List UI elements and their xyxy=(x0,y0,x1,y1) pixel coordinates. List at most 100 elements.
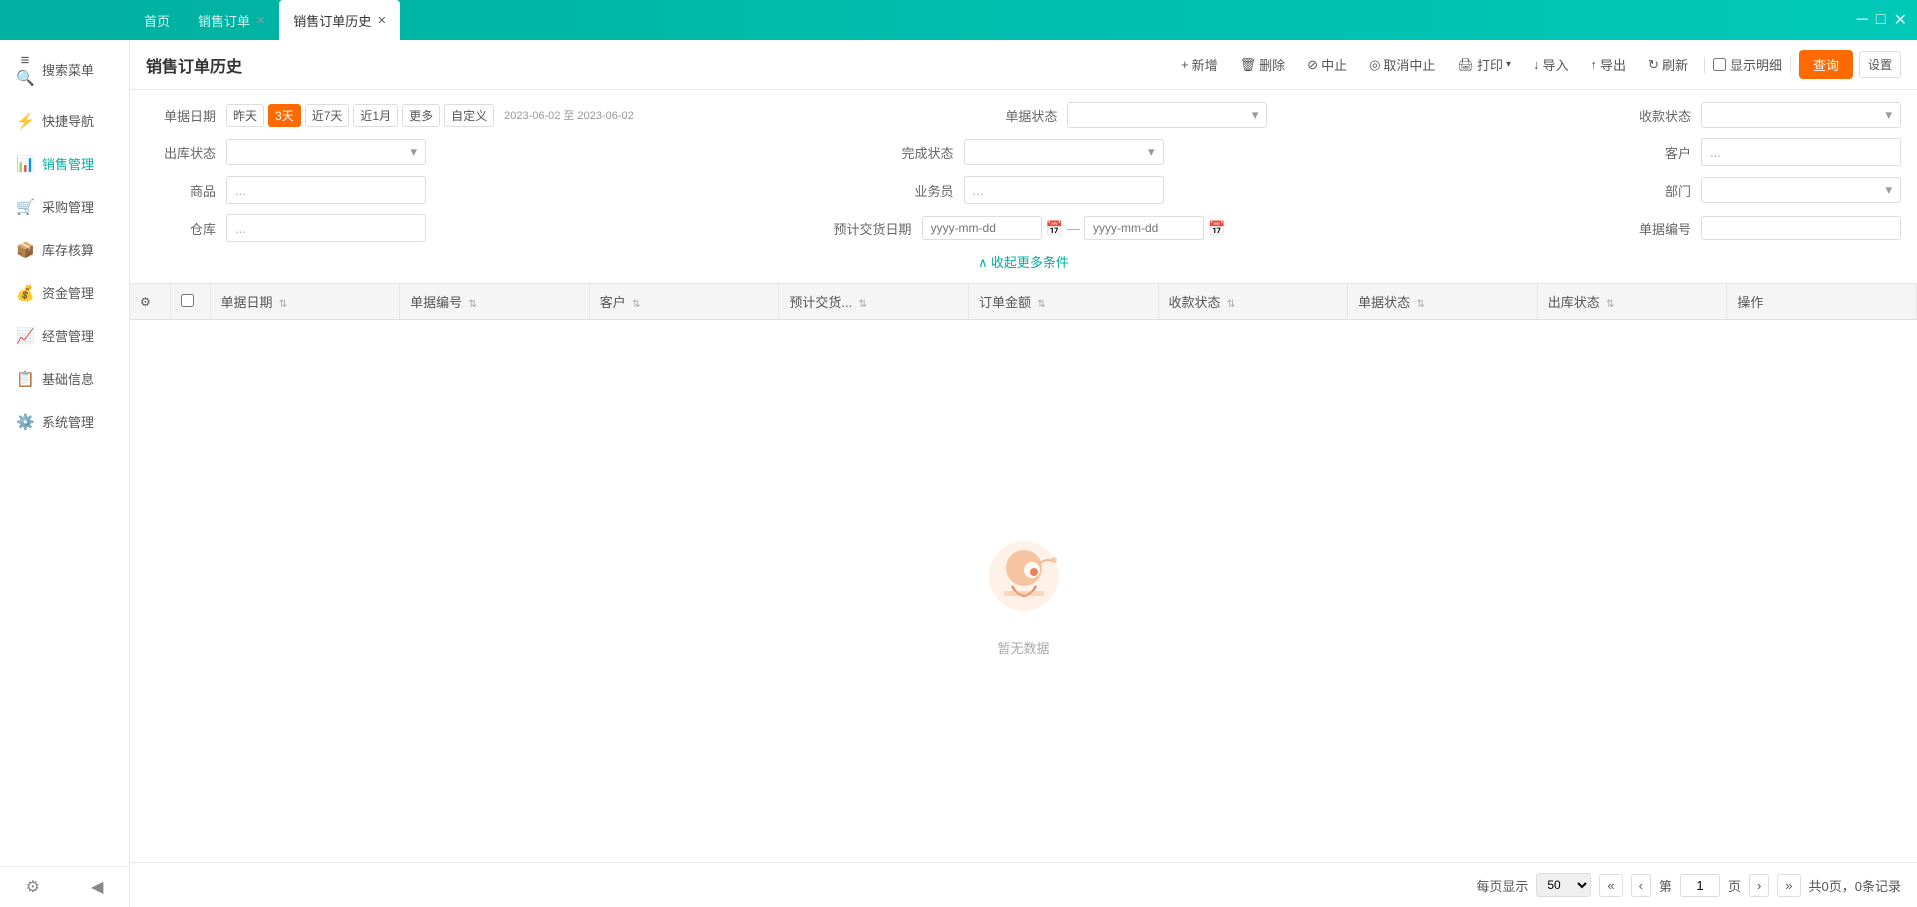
th-customer[interactable]: 客户 ⇅ xyxy=(589,284,779,320)
tab-sales-order-close[interactable]: ✕ xyxy=(256,14,265,27)
filter-row-1: 单据日期 昨天 3天 近7天 近1月 更多 自定义 2023-06-02 至 2… xyxy=(146,102,1901,128)
print-button[interactable]: 🖨 打印 ▾ xyxy=(1449,51,1519,78)
th-payment-status[interactable]: 收款状态 ⇅ xyxy=(1158,284,1348,320)
new-label: 新增 xyxy=(1192,55,1218,74)
total-text: 共0页，0条记录 xyxy=(1809,876,1901,895)
sidebar-item-capital-mgmt[interactable]: 💰 资金管理 xyxy=(0,271,129,314)
payment-status-arrow: ▾ xyxy=(1885,107,1892,123)
new-button[interactable]: + 新增 xyxy=(1173,51,1226,78)
chevron-up-icon: ∧ xyxy=(978,255,988,271)
goods-dots: ... xyxy=(235,183,246,198)
date-3days-btn[interactable]: 3天 xyxy=(268,104,301,127)
stop-button[interactable]: ⊘ 中止 xyxy=(1299,51,1355,78)
out-status-arrow: ▾ xyxy=(410,144,417,160)
sidebar-item-basic-info[interactable]: 📋 基础信息 xyxy=(0,357,129,400)
query-button[interactable]: 查询 xyxy=(1799,50,1853,79)
display-toggle-checkbox[interactable] xyxy=(1713,58,1726,71)
department-select[interactable]: ▾ xyxy=(1701,177,1901,203)
settings-button[interactable]: 设置 xyxy=(1859,51,1901,78)
last-page-btn[interactable]: » xyxy=(1777,874,1800,897)
page-suffix: 页 xyxy=(1728,876,1741,895)
complete-status-arrow: ▾ xyxy=(1148,144,1155,160)
next-page-btn[interactable]: › xyxy=(1749,874,1769,897)
page-size-select[interactable]: 50 10 20 100 xyxy=(1536,873,1591,897)
sidebar-item-system-mgmt[interactable]: ⚙️ 系统管理 xyxy=(0,400,129,443)
sidebar-item-purchase-mgmt[interactable]: 🛒 采购管理 xyxy=(0,185,129,228)
import-button[interactable]: ↓ 导入 xyxy=(1525,51,1577,78)
th-bill-status[interactable]: 单据状态 ⇅ xyxy=(1348,284,1538,320)
data-table: ⚙ 单据日期 ⇅ 单据编号 ⇅ 客户 xyxy=(130,284,1917,320)
sidebar-item-sales-mgmt-label: 销售管理 xyxy=(42,154,94,173)
sidebar-item-search-menu[interactable]: ≡🔍 搜索菜单 xyxy=(0,40,129,99)
sidebar-item-sales-mgmt[interactable]: 📊 销售管理 xyxy=(0,142,129,185)
sidebar-collapse-icon[interactable]: ◀ xyxy=(91,877,103,897)
complete-status-select[interactable]: ▾ xyxy=(964,139,1164,165)
th-checkbox[interactable] xyxy=(170,284,210,320)
select-all-checkbox[interactable] xyxy=(181,294,194,307)
warehouse-select[interactable]: ... xyxy=(226,214,426,242)
sort-bill-icon: ⇅ xyxy=(1417,299,1425,310)
tab-sales-order-history-close[interactable]: ✕ xyxy=(377,14,386,27)
warehouse-dots: ... xyxy=(235,221,246,236)
first-page-btn[interactable]: « xyxy=(1599,874,1622,897)
collapse-bar[interactable]: ∧ 收起更多条件 xyxy=(146,252,1901,271)
sidebar-item-operations-mgmt[interactable]: 📈 经营管理 xyxy=(0,314,129,357)
bill-number-input[interactable] xyxy=(1701,216,1901,240)
export-button[interactable]: ↑ 导出 xyxy=(1583,51,1635,78)
basic-info-icon: 📋 xyxy=(16,370,34,388)
payment-status-select[interactable]: ▾ xyxy=(1701,102,1901,128)
date-custom-btn[interactable]: 自定义 xyxy=(444,104,494,127)
date-7days-btn[interactable]: 近7天 xyxy=(305,104,350,127)
tab-sales-order-history-label: 销售订单历史 xyxy=(293,11,371,30)
th-out-status[interactable]: 出库状态 ⇅ xyxy=(1537,284,1727,320)
import-icon: ↓ xyxy=(1533,57,1540,72)
sidebar-item-quick-nav-label: 快捷导航 xyxy=(42,111,94,130)
minimize-icon[interactable]: ─ xyxy=(1857,11,1868,29)
tab-home-label: 首页 xyxy=(144,11,170,30)
prev-page-btn[interactable]: ‹ xyxy=(1631,874,1651,897)
sort-payment-icon: ⇅ xyxy=(1227,299,1235,310)
display-toggle-label: 显示明细 xyxy=(1730,55,1782,74)
th-amount[interactable]: 订单金额 ⇅ xyxy=(968,284,1158,320)
page-number-input[interactable] xyxy=(1680,874,1720,897)
sidebar: ≡🔍 搜索菜单 ⚡ 快捷导航 📊 销售管理 🛒 采购管理 📦 库存核算 💰 资金… xyxy=(0,40,130,907)
th-out-status-label: 出库状态 xyxy=(1548,295,1600,310)
calendar-to-icon[interactable]: 📅 xyxy=(1208,220,1225,237)
goods-select[interactable]: ... xyxy=(226,176,426,204)
expected-date-from[interactable] xyxy=(922,216,1042,240)
delete-icon: 🗑 xyxy=(1240,57,1257,73)
date-more-btn[interactable]: 更多 xyxy=(402,104,440,127)
customer-select[interactable]: ... xyxy=(1701,138,1901,166)
sidebar-item-quick-nav[interactable]: ⚡ 快捷导航 xyxy=(0,99,129,142)
table-area: ⚙ 单据日期 ⇅ 单据编号 ⇅ 客户 xyxy=(130,284,1917,862)
tab-sales-order-history[interactable]: 销售订单历史 ✕ xyxy=(279,0,400,40)
sales-mgmt-icon: 📊 xyxy=(16,155,34,173)
display-toggle[interactable]: 显示明细 xyxy=(1713,55,1782,74)
filter-area: 单据日期 昨天 3天 近7天 近1月 更多 自定义 2023-06-02 至 2… xyxy=(130,90,1917,284)
expected-date-to[interactable] xyxy=(1084,216,1204,240)
salesperson-select[interactable]: ... xyxy=(964,176,1164,204)
close-icon[interactable]: ✕ xyxy=(1894,10,1907,30)
bill-status-select[interactable]: ▾ xyxy=(1067,102,1267,128)
th-date[interactable]: 单据日期 ⇅ xyxy=(210,284,400,320)
sort-expected-icon: ⇅ xyxy=(859,299,867,310)
th-number[interactable]: 单据编号 ⇅ xyxy=(400,284,590,320)
bill-status-label: 单据状态 xyxy=(987,106,1067,125)
out-status-select[interactable]: ▾ xyxy=(226,139,426,165)
date-yesterday-btn[interactable]: 昨天 xyxy=(226,104,264,127)
tab-home[interactable]: 首页 xyxy=(130,0,184,40)
maximize-icon[interactable]: □ xyxy=(1876,11,1886,29)
cancel-stop-button[interactable]: ◎ 取消中止 xyxy=(1361,51,1443,78)
new-icon: + xyxy=(1181,57,1189,72)
stop-label: 中止 xyxy=(1321,55,1347,74)
th-operation-label: 操作 xyxy=(1737,295,1763,310)
refresh-button[interactable]: ↻ 刷新 xyxy=(1640,51,1696,78)
date-1month-btn[interactable]: 近1月 xyxy=(353,104,398,127)
sidebar-settings-icon[interactable]: ⚙ xyxy=(26,877,40,897)
tab-sales-order[interactable]: 销售订单 ✕ xyxy=(184,0,279,40)
calendar-from-icon[interactable]: 📅 xyxy=(1046,220,1063,237)
delete-button[interactable]: 🗑 删除 xyxy=(1232,51,1294,78)
th-expected[interactable]: 预计交货... ⇅ xyxy=(779,284,969,320)
th-setting[interactable]: ⚙ xyxy=(130,284,170,320)
sidebar-item-inventory[interactable]: 📦 库存核算 xyxy=(0,228,129,271)
